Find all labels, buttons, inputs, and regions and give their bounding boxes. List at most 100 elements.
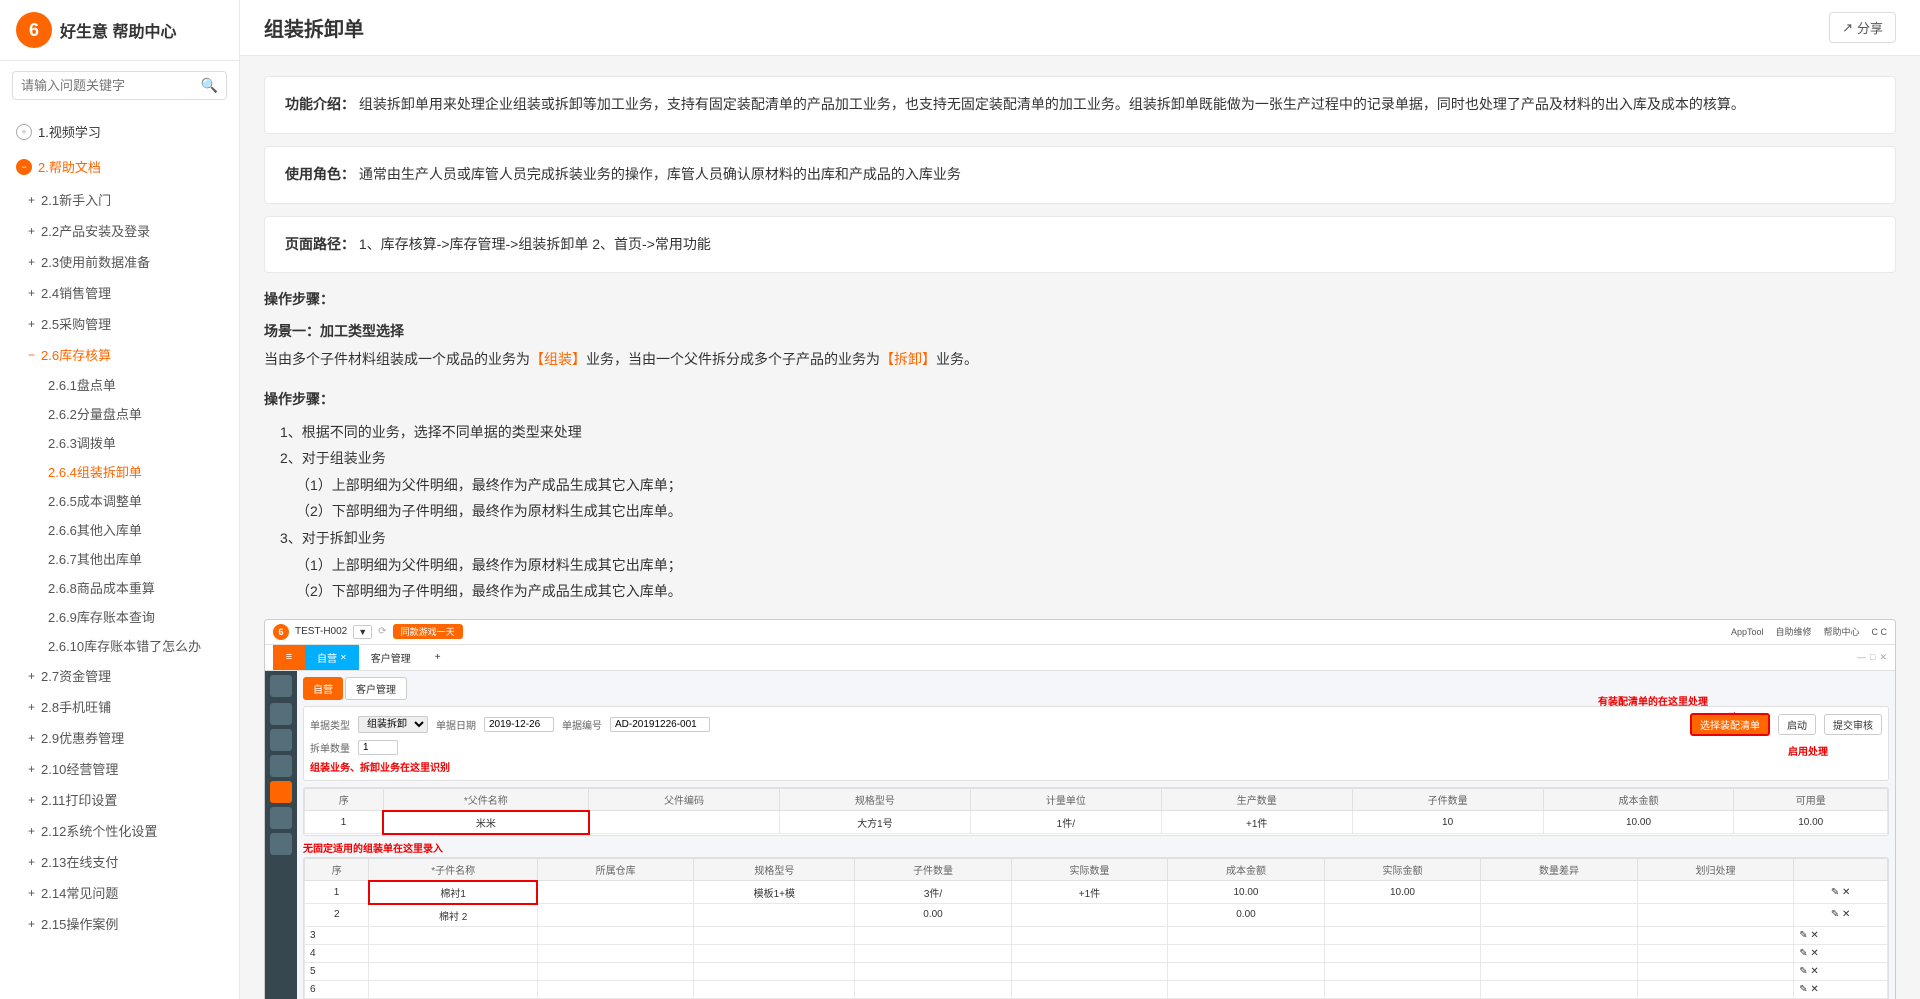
role-label: 使用角色： [285, 166, 355, 182]
sidebar-item-214[interactable]: + 2.14常见问题 [0, 877, 239, 908]
self-service-link[interactable]: 自助维修 [1775, 625, 1811, 638]
sidebar-icon-2[interactable] [270, 703, 292, 725]
sidebar-item-213-label: 2.13在线支付 [41, 852, 118, 871]
submit-btn[interactable]: 提交审核 [1824, 714, 1882, 735]
sidebar-item-261[interactable]: 2.6.1盘点单 [0, 370, 239, 399]
subtab-local-cache[interactable]: 自营 [303, 677, 343, 700]
lower-table-body: 1 棉衬1 模板1+模 3件/ +1件 10.00 10.00 [305, 881, 1888, 999]
lower-col-ops [1794, 858, 1888, 881]
sidebar-item-262[interactable]: 2.6.2分量盘点单 [0, 399, 239, 428]
sidebar-item-267[interactable]: 2.6.7其他出库单 [0, 544, 239, 573]
window-controls: — □ ✕ [1857, 645, 1887, 670]
sidebar-item-269[interactable]: 2.6.9库存账本查询 [0, 602, 239, 631]
sidebar-item-videos[interactable]: + 1.视频学习 [0, 114, 239, 149]
search-input[interactable] [21, 78, 201, 93]
tab-zying[interactable]: 自营 ✕ [305, 645, 359, 670]
sidebar-item-210[interactable]: + 2.10经营管理 [0, 753, 239, 784]
subtab-other-cache[interactable]: 客户管理 [345, 677, 407, 700]
plus-icon: + [28, 855, 35, 869]
sidebar-item-2610[interactable]: 2.6.10库存账本错了怎么办 [0, 631, 239, 660]
sub-label: 拆单数量 [310, 740, 350, 755]
page-title: 组装拆卸单 [264, 13, 364, 42]
sidebar-item-27[interactable]: + 2.7资金管理 [0, 660, 239, 691]
lower-cell-warehouse [537, 881, 694, 904]
user-icon[interactable]: C C [1872, 627, 1888, 637]
lower-cell-ops[interactable]: ✎ ✕ [1794, 881, 1888, 904]
sidebar-icon-4[interactable] [270, 755, 292, 777]
sidebar-item-264[interactable]: 2.6.4组装拆卸单 [0, 457, 239, 486]
help-link[interactable]: 帮助中心 [1823, 625, 1859, 638]
search-box[interactable]: 🔍 [12, 71, 227, 100]
tab-customer[interactable]: 客户管理 [359, 645, 423, 670]
tab-more[interactable]: + [423, 645, 453, 670]
sidebar-item-24[interactable]: + 2.4销售管理 [0, 277, 239, 308]
action-btn[interactable]: 启动 [1778, 714, 1816, 735]
date-input[interactable] [484, 717, 554, 732]
sidebar-item-263[interactable]: 2.6.3调拨单 [0, 428, 239, 457]
sidebar-icon-7[interactable] [270, 833, 292, 855]
sidebar-item-211[interactable]: + 2.11打印设置 [0, 784, 239, 815]
col-spec: 规格型号 [780, 788, 971, 811]
lower-cell-name2: 棉衬 2 [369, 904, 537, 927]
sidebar-item-26[interactable]: − 2.6库存核算 [0, 339, 239, 370]
lower-table-wrap: 序 *子件名称 所属仓库 规格型号 子件数量 实际数量 成本金额 实际金额 数量 [303, 857, 1889, 999]
sidebar-icon-1[interactable] [270, 675, 292, 697]
tab-zying-label: 自营 [317, 650, 337, 665]
lower-cell-spec: 模板1+模 [694, 881, 855, 904]
share-button[interactable]: ↗ 分享 [1829, 12, 1896, 43]
step3-text: 3、对于拆卸业务 [264, 525, 1896, 552]
sidebar-icon-5-active[interactable] [270, 781, 292, 803]
sidebar-item-28[interactable]: + 2.8手机旺铺 [0, 691, 239, 722]
sidebar-item-22[interactable]: + 2.2产品安装及登录 [0, 215, 239, 246]
path-label: 页面路径： [285, 236, 355, 252]
close-icon[interactable]: ✕ [1879, 652, 1887, 663]
step2-sub2: （2）下部明细为子件明细，最终作为原材料生成其它出库单。 [264, 498, 1896, 525]
minimize-icon[interactable]: — [1857, 652, 1866, 662]
maximize-icon[interactable]: □ [1870, 652, 1875, 662]
plus-icon: + [28, 886, 35, 900]
sidebar: 6 好生意 帮助中心 🔍 + 1.视频学习 − 2.帮助文档 + 2.1新手入门… [0, 0, 240, 999]
sidebar-item-212[interactable]: + 2.12系统个性化设置 [0, 815, 239, 846]
col-child-qty: 子件数量 [1352, 788, 1543, 811]
sidebar-item-22-label: 2.2产品安装及登录 [41, 221, 150, 240]
no-input[interactable] [610, 717, 710, 732]
sidebar-icon-3[interactable] [270, 729, 292, 751]
search-icon[interactable]: 🔍 [201, 77, 218, 94]
sidebar-item-265[interactable]: 2.6.5成本调整单 [0, 486, 239, 515]
sidebar-item-266[interactable]: 2.6.6其他入库单 [0, 515, 239, 544]
apptool-link[interactable]: AppTool [1731, 627, 1764, 637]
sidebar-item-268[interactable]: 2.6.8商品成本重算 [0, 573, 239, 602]
cell-cost: 10.00 [1543, 811, 1734, 834]
sidebar-item-215-label: 2.15操作案例 [41, 914, 118, 933]
sidebar-item-215[interactable]: + 2.15操作案例 [0, 908, 239, 939]
upper-table-wrap: 序 *父件名称 父件编码 规格型号 计量单位 生产数量 子件数量 成本金额 可用… [303, 787, 1889, 836]
sidebar-item-213[interactable]: + 2.13在线支付 [0, 846, 239, 877]
screenshot-topbar: 6 TEST-H002 ▼ ⟳ 同款游戏一天 AppTool 自助维修 帮助中心… [265, 620, 1895, 645]
sidebar-icon-6[interactable] [270, 807, 292, 829]
table-row: 1 米米 大方1号 1件/ +1件 10 10.00 10.00 [305, 811, 1888, 834]
cell-child-qty: 10 [1352, 811, 1543, 834]
minus-icon: − [16, 159, 32, 175]
refresh-icon: ⟳ [378, 626, 386, 637]
sidebar-item-23-label: 2.3使用前数据准备 [41, 252, 150, 271]
role-card: 使用角色： 通常由生产人员或库管人员完成拆装业务的操作，库管人员确认原材料的出库… [264, 146, 1896, 204]
step1-text: 1、根据不同的业务，选择不同单据的类型来处理 [264, 419, 1896, 446]
step2-text: 2、对于组装业务 [264, 445, 1896, 472]
screenshot-nav: ≡ 自营 ✕ 客户管理 + — □ ✕ [265, 645, 1895, 671]
nav-section: + 1.视频学习 − 2.帮助文档 + 2.1新手入门 + 2.2产品安装及登录… [0, 110, 239, 943]
tab-close-icon[interactable]: ✕ [340, 653, 347, 662]
type-select[interactable]: 组装拆卸 [358, 716, 428, 733]
sidebar-item-docs[interactable]: − 2.帮助文档 [0, 149, 239, 184]
sub-input[interactable] [358, 740, 398, 755]
sidebar-item-25[interactable]: + 2.5采购管理 [0, 308, 239, 339]
logo-icon: 6 [16, 12, 52, 48]
sidebar-item-28-label: 2.8手机旺铺 [41, 697, 111, 716]
lower-col-warehouse: 所属仓库 [537, 858, 694, 881]
col-avail: 可用量 [1734, 788, 1888, 811]
sidebar-item-21[interactable]: + 2.1新手入门 [0, 184, 239, 215]
sidebar-item-23[interactable]: + 2.3使用前数据准备 [0, 246, 239, 277]
sidebar-item-29[interactable]: + 2.9优惠券管理 [0, 722, 239, 753]
promo-btn[interactable]: 同款游戏一天 [393, 624, 463, 639]
cell-spec: 大方1号 [780, 811, 971, 834]
nav-toggle[interactable]: ≡ [273, 645, 305, 670]
